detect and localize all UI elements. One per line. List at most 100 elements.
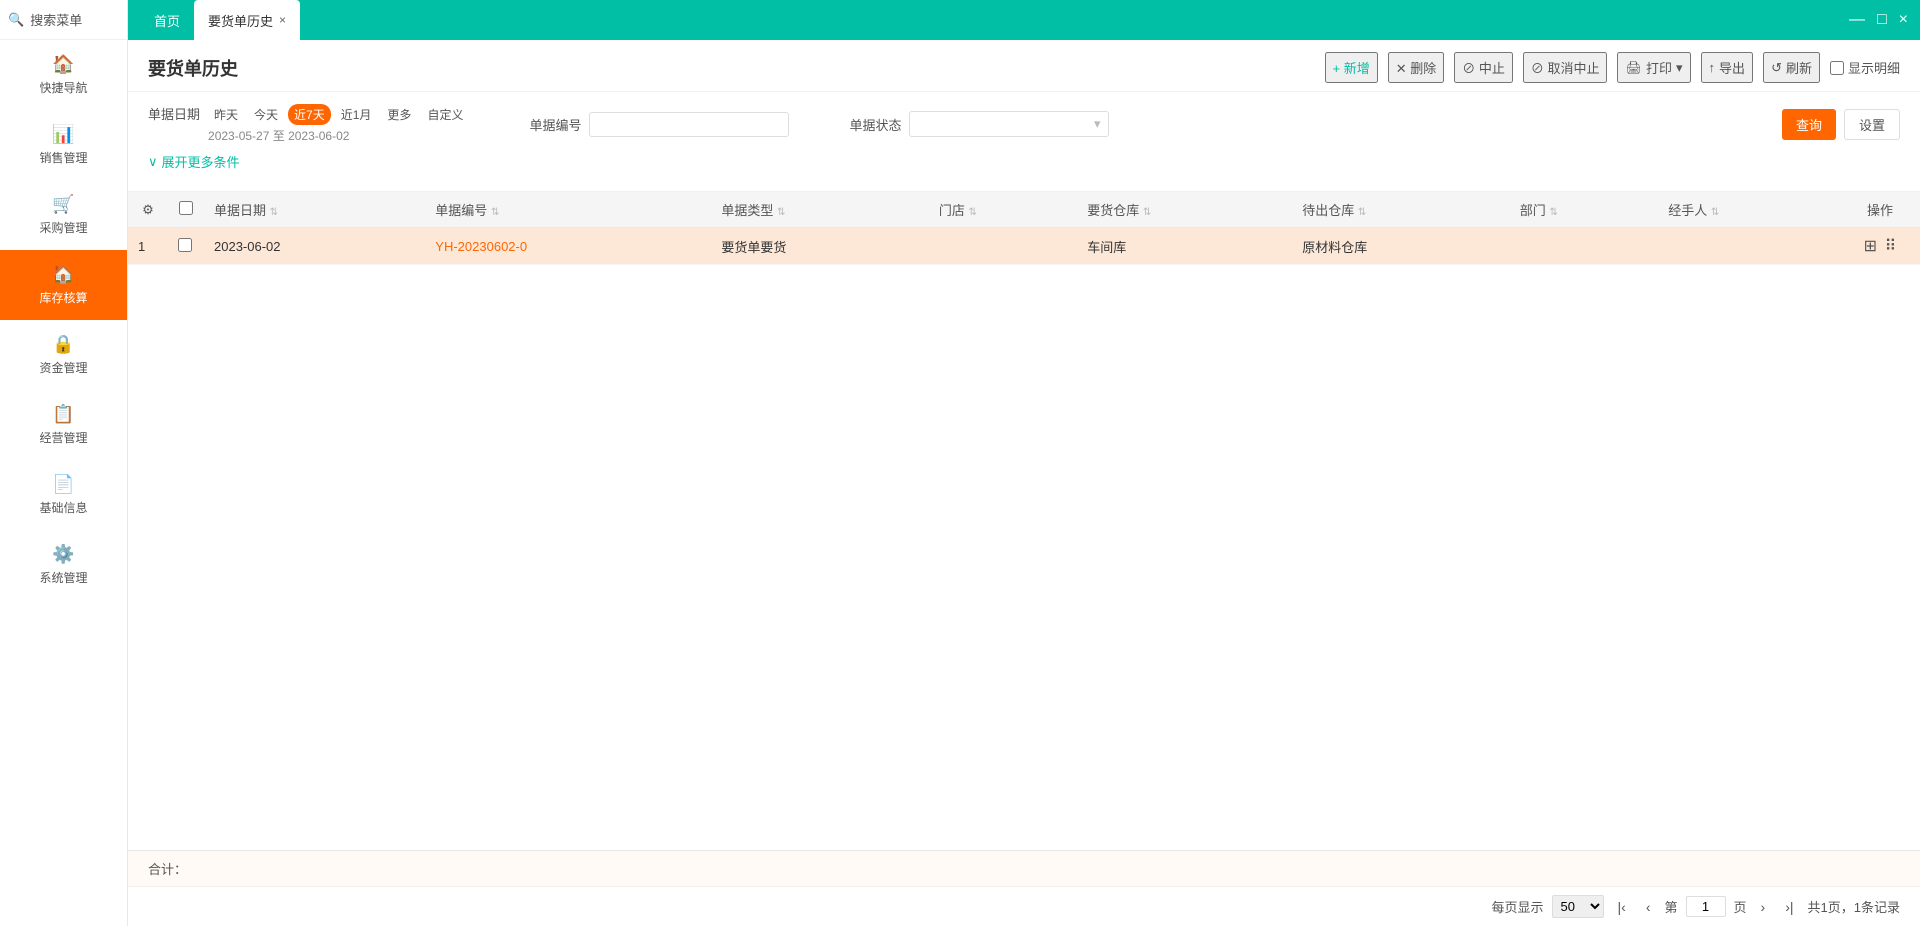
last-page-button[interactable]: ›| <box>1779 897 1799 917</box>
date-btn-1month[interactable]: 近1月 <box>335 104 378 125</box>
refresh-button[interactable]: ↺ 刷新 <box>1763 52 1820 83</box>
col-checkbox <box>168 192 204 228</box>
maximize-icon[interactable]: □ <box>1877 11 1887 29</box>
doc-no-link[interactable]: YH-20230602-0 <box>435 239 527 254</box>
display-detail-toggle[interactable]: 显示明细 <box>1830 58 1900 77</box>
sum-row: 合计： <box>128 850 1920 886</box>
page-unit: 页 <box>1734 897 1747 916</box>
cancel-stop-button[interactable]: ⊘ 取消中止 <box>1523 52 1608 83</box>
col-handler[interactable]: 经手人 ⇅ <box>1658 192 1840 228</box>
row-select-checkbox[interactable] <box>178 238 192 252</box>
stop-button[interactable]: ⊘ 中止 <box>1454 52 1513 83</box>
delete-button[interactable]: ✕ 删除 <box>1388 52 1445 83</box>
col-store-label: 门店 <box>939 203 965 218</box>
date-btn-today[interactable]: 今天 <box>248 104 284 125</box>
sidebar-item-finance[interactable]: 🔒 资金管理 <box>0 320 127 390</box>
sidebar-item-basic[interactable]: 📄 基础信息 <box>0 460 127 530</box>
sidebar-search-label: 搜索菜单 <box>30 10 82 29</box>
date-btn-7days[interactable]: 近7天 <box>288 104 331 125</box>
sidebar-item-inventory[interactable]: 🏠 库存核算 <box>0 250 127 320</box>
sidebar-item-label: 资金管理 <box>39 359 87 376</box>
per-page-select[interactable]: 50 10 20 100 <box>1552 895 1604 918</box>
sidebar-search[interactable]: 🔍 搜索菜单 <box>0 0 127 40</box>
col-ops: 操作 <box>1840 192 1920 228</box>
search-icon: 🔍 <box>8 12 24 28</box>
page-number-input[interactable] <box>1686 896 1726 917</box>
col-doc-type[interactable]: 单据类型 ⇅ <box>711 192 929 228</box>
cart-icon: 🛒 <box>52 194 74 215</box>
expand-more-label: 展开更多条件 <box>162 152 240 171</box>
toolbar: + 新增 ✕ 删除 ⊘ 中止 ⊘ 取消中止 🖨 打印 ▾ ↑ 导出 ↺ 刷新 <box>1325 52 1901 83</box>
sidebar-item-label: 系统管理 <box>39 569 87 586</box>
sidebar-item-label: 库存核算 <box>39 289 87 306</box>
sort-icon: ⇅ <box>270 207 278 218</box>
status-filter-group: 单据状态 ▾ <box>849 111 1109 137</box>
page-label: 第 <box>1665 897 1678 916</box>
refresh-label: 刷新 <box>1786 58 1812 77</box>
sort-icon-7: ⇅ <box>1549 207 1557 218</box>
date-btn-yesterday[interactable]: 昨天 <box>208 104 244 125</box>
row-store <box>929 228 1077 265</box>
date-filter-label: 单据日期 <box>148 104 200 123</box>
print-button[interactable]: 🖨 打印 ▾ <box>1617 52 1690 83</box>
sidebar-item-sales[interactable]: 📊 销售管理 <box>0 110 127 180</box>
expand-more-btn[interactable]: ∨ 展开更多条件 <box>148 152 240 171</box>
main-area: 首页 要货单历史 × — □ × 要货单历史 + 新增 ✕ 删除 ⊘ 中止 ⊘ … <box>128 0 1920 926</box>
date-filter-controls: 昨天 今天 近7天 近1月 更多 自定义 2023-05-27 至 2023-0… <box>208 104 469 144</box>
row-edit-icon[interactable]: ⊞ <box>1864 238 1877 255</box>
col-store[interactable]: 门店 ⇅ <box>929 192 1077 228</box>
sidebar-item-operations[interactable]: 📋 经营管理 <box>0 390 127 460</box>
col-doctype-label: 单据类型 <box>721 203 773 218</box>
export-button[interactable]: ↑ 导出 <box>1701 52 1754 83</box>
row-index: 1 <box>128 228 168 265</box>
window-close-icon[interactable]: × <box>1899 11 1908 29</box>
total-info: 共1页，1条记录 <box>1808 897 1900 916</box>
doc-no-input[interactable] <box>589 112 789 137</box>
document-icon: 📄 <box>52 474 74 495</box>
col-date[interactable]: 单据日期 ⇅ <box>204 192 425 228</box>
tab-home-label: 首页 <box>154 11 180 30</box>
topbar-window-controls: — □ × <box>1849 11 1908 29</box>
settings-button[interactable]: 设置 <box>1844 109 1900 140</box>
status-select-wrapper[interactable]: ▾ <box>909 111 1109 137</box>
sidebar-item-label: 基础信息 <box>39 499 87 516</box>
tab-home[interactable]: 首页 <box>140 0 194 40</box>
display-detail-checkbox[interactable] <box>1830 61 1844 75</box>
col-dept[interactable]: 部门 ⇅ <box>1510 192 1658 228</box>
minimize-icon[interactable]: — <box>1849 11 1865 29</box>
first-page-button[interactable]: |‹ <box>1612 897 1632 917</box>
sidebar-item-quick-nav[interactable]: 🏠 快捷导航 <box>0 40 127 110</box>
doc-no-filter-group: 单据编号 <box>529 112 789 137</box>
sidebar-item-label: 经营管理 <box>39 429 87 446</box>
sidebar-item-system[interactable]: ⚙️ 系统管理 <box>0 530 127 600</box>
lock-icon: 🔒 <box>52 334 74 355</box>
col-req-warehouse[interactable]: 要货仓库 ⇅ <box>1077 192 1292 228</box>
inventory-icon: 🏠 <box>52 264 74 285</box>
filter-area: 单据日期 昨天 今天 近7天 近1月 更多 自定义 2023-05-27 至 2… <box>128 92 1920 192</box>
tab-close-icon[interactable]: × <box>279 13 286 27</box>
col-pending-warehouse[interactable]: 待出仓库 ⇅ <box>1292 192 1510 228</box>
tab-requisition-history[interactable]: 要货单历史 × <box>194 0 300 40</box>
display-detail-label: 显示明细 <box>1848 58 1900 77</box>
row-dept <box>1510 228 1658 265</box>
pagination: 每页显示 50 10 20 100 |‹ ‹ 第 页 › ›| 共1页，1条记录 <box>128 886 1920 926</box>
date-btn-custom[interactable]: 自定义 <box>421 104 469 125</box>
date-range-display: 2023-05-27 至 2023-06-02 <box>208 127 469 144</box>
col-settings[interactable]: ⚙ <box>128 192 168 228</box>
select-all-checkbox[interactable] <box>179 201 193 215</box>
query-button[interactable]: 查询 <box>1782 109 1836 140</box>
date-btn-more[interactable]: 更多 <box>381 104 417 125</box>
prev-page-button[interactable]: ‹ <box>1640 897 1657 917</box>
col-doc-no[interactable]: 单据编号 ⇅ <box>425 192 711 228</box>
row-more-icon[interactable]: ⠿ <box>1885 238 1897 255</box>
filter-row-1: 单据日期 昨天 今天 近7天 近1月 更多 自定义 2023-05-27 至 2… <box>148 104 1900 144</box>
row-req-warehouse: 车间库 <box>1077 228 1292 265</box>
sort-icon-6: ⇅ <box>1358 207 1366 218</box>
next-page-button[interactable]: › <box>1755 897 1772 917</box>
operations-icon: 📋 <box>52 404 74 425</box>
sidebar-item-purchase[interactable]: 🛒 采购管理 <box>0 180 127 250</box>
sidebar-item-label: 销售管理 <box>39 149 87 166</box>
sort-icon-5: ⇅ <box>1143 207 1151 218</box>
date-filter-group: 单据日期 昨天 今天 近7天 近1月 更多 自定义 2023-05-27 至 2… <box>148 104 469 144</box>
add-button[interactable]: + 新增 <box>1325 52 1378 83</box>
